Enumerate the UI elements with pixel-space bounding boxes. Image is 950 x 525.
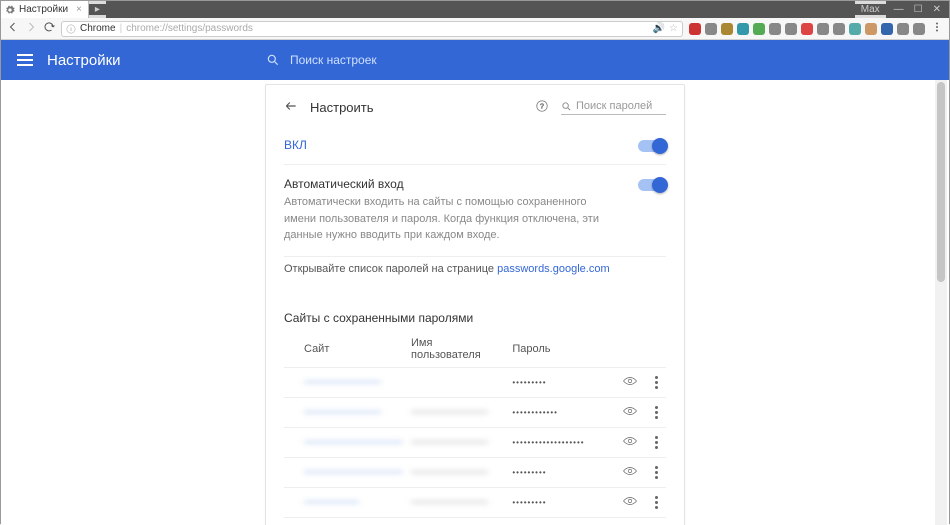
row-menu-button[interactable] (651, 406, 662, 419)
table-row: ——————— ——————— •••••••••••• (284, 397, 666, 427)
tab-close-icon[interactable]: × (76, 4, 82, 15)
passwords-table: Сайт Имя пользователя Пароль ——————— ••••… (284, 331, 666, 525)
new-tab-button[interactable]: ▸ (89, 4, 106, 15)
extension-icon[interactable] (689, 23, 701, 35)
extension-icon[interactable] (913, 23, 925, 35)
password-cell: •••••••••••• (512, 408, 558, 417)
show-password-button[interactable] (623, 466, 637, 479)
extension-icon[interactable] (897, 23, 909, 35)
user-cell: ——————— (411, 406, 488, 418)
browser-toolbar: i Chrome | chrome://settings/passwords 🔊… (1, 18, 949, 40)
window-maximize[interactable]: ☐ (914, 4, 923, 15)
col-user: Имя пользователя (407, 331, 508, 368)
extension-icon[interactable] (705, 23, 717, 35)
show-password-button[interactable] (623, 376, 637, 389)
passwords-google-link[interactable]: passwords.google.com (497, 263, 610, 275)
extension-icon[interactable] (849, 23, 861, 35)
passwords-card: Настроить ? ВКЛ Автоматический вход Авто… (265, 84, 685, 525)
password-cell: ••••••••••••••••••• (512, 438, 584, 447)
user-cell: ——————— (411, 496, 488, 508)
extension-icon[interactable] (833, 23, 845, 35)
password-cell: ••••••••• (512, 498, 546, 507)
tts-icon[interactable]: 🔊 (653, 23, 665, 34)
table-row: ——————— ••••••••• (284, 367, 666, 397)
svg-text:i: i (70, 27, 71, 33)
password-save-toggle[interactable] (638, 140, 666, 152)
bookmark-star-icon[interactable]: ☆ (669, 23, 678, 34)
col-site: Сайт (284, 331, 407, 368)
site-cell[interactable]: ————————— (304, 436, 403, 448)
show-password-button[interactable] (623, 406, 637, 419)
app-header: Настройки (1, 40, 949, 80)
tab-title: Настройки (19, 4, 68, 15)
search-icon (561, 101, 572, 112)
password-search-input[interactable] (576, 100, 666, 112)
autosignin-title: Автоматический вход (284, 177, 604, 191)
user-cell: ——————— (411, 436, 488, 448)
help-icon[interactable]: ? (535, 99, 549, 116)
extension-icon[interactable] (817, 23, 829, 35)
site-cell[interactable]: ——————— (304, 406, 381, 418)
site-cell[interactable]: ——————— (304, 376, 381, 388)
site-cell[interactable]: ————— (304, 496, 359, 508)
url-security: Chrome (80, 23, 116, 34)
nav-forward-button[interactable] (25, 21, 37, 36)
scrollbar[interactable] (935, 80, 947, 525)
window-titlebar: Настройки × ▸ Max — ☐ ✕ (1, 1, 949, 18)
row-menu-button[interactable] (651, 376, 662, 389)
table-row: ————————————————••••••••••••••••••• (284, 427, 666, 457)
row-menu-button[interactable] (651, 496, 662, 509)
gear-icon (5, 5, 15, 15)
link-line-text: Открывайте список паролей на странице (284, 263, 497, 275)
window-minimize[interactable]: — (894, 4, 904, 15)
menu-button[interactable] (17, 54, 33, 66)
user-cell: ——————— (411, 466, 488, 478)
extension-icon[interactable] (865, 23, 877, 35)
extension-icon[interactable] (737, 23, 749, 35)
browser-menu-button[interactable] (931, 21, 943, 36)
address-bar[interactable]: i Chrome | chrome://settings/passwords 🔊… (61, 21, 683, 37)
extension-icon[interactable] (801, 23, 813, 35)
show-password-button[interactable] (623, 496, 637, 509)
browser-tab[interactable]: Настройки × (1, 1, 89, 18)
window-user: Max (855, 4, 886, 15)
settings-search-input[interactable] (290, 53, 590, 67)
extension-icon[interactable] (721, 23, 733, 35)
saved-section-title: Сайты с сохраненными паролями (284, 293, 666, 331)
extension-icon[interactable] (881, 23, 893, 35)
nav-back-button[interactable] (7, 21, 19, 36)
search-icon (266, 53, 280, 67)
site-cell[interactable]: ————————— (304, 466, 403, 478)
toggle-on-label: ВКЛ (284, 138, 307, 152)
autosignin-toggle[interactable] (638, 179, 666, 191)
show-password-button[interactable] (623, 436, 637, 449)
extension-icon[interactable] (753, 23, 765, 35)
nav-reload-button[interactable] (43, 21, 55, 36)
autosignin-desc: Автоматически входить на сайты с помощью… (284, 194, 604, 244)
extension-icon[interactable] (769, 23, 781, 35)
password-cell: ••••••••• (512, 468, 546, 477)
col-password: Пароль (508, 331, 608, 368)
password-cell: ••••••••• (512, 378, 546, 387)
app-title: Настройки (47, 52, 121, 69)
info-icon: i (66, 24, 76, 34)
table-row: ————————————————••••••••• (284, 457, 666, 487)
password-search-wrap (561, 100, 666, 115)
table-row: ————————————••••••••• (284, 487, 666, 517)
extension-icons (689, 23, 925, 35)
row-menu-button[interactable] (651, 436, 662, 449)
window-close[interactable]: ✕ (933, 4, 941, 15)
extension-icon[interactable] (785, 23, 797, 35)
card-title: Настроить (310, 100, 523, 115)
back-button[interactable] (284, 99, 298, 116)
row-menu-button[interactable] (651, 466, 662, 479)
svg-text:?: ? (540, 103, 544, 110)
